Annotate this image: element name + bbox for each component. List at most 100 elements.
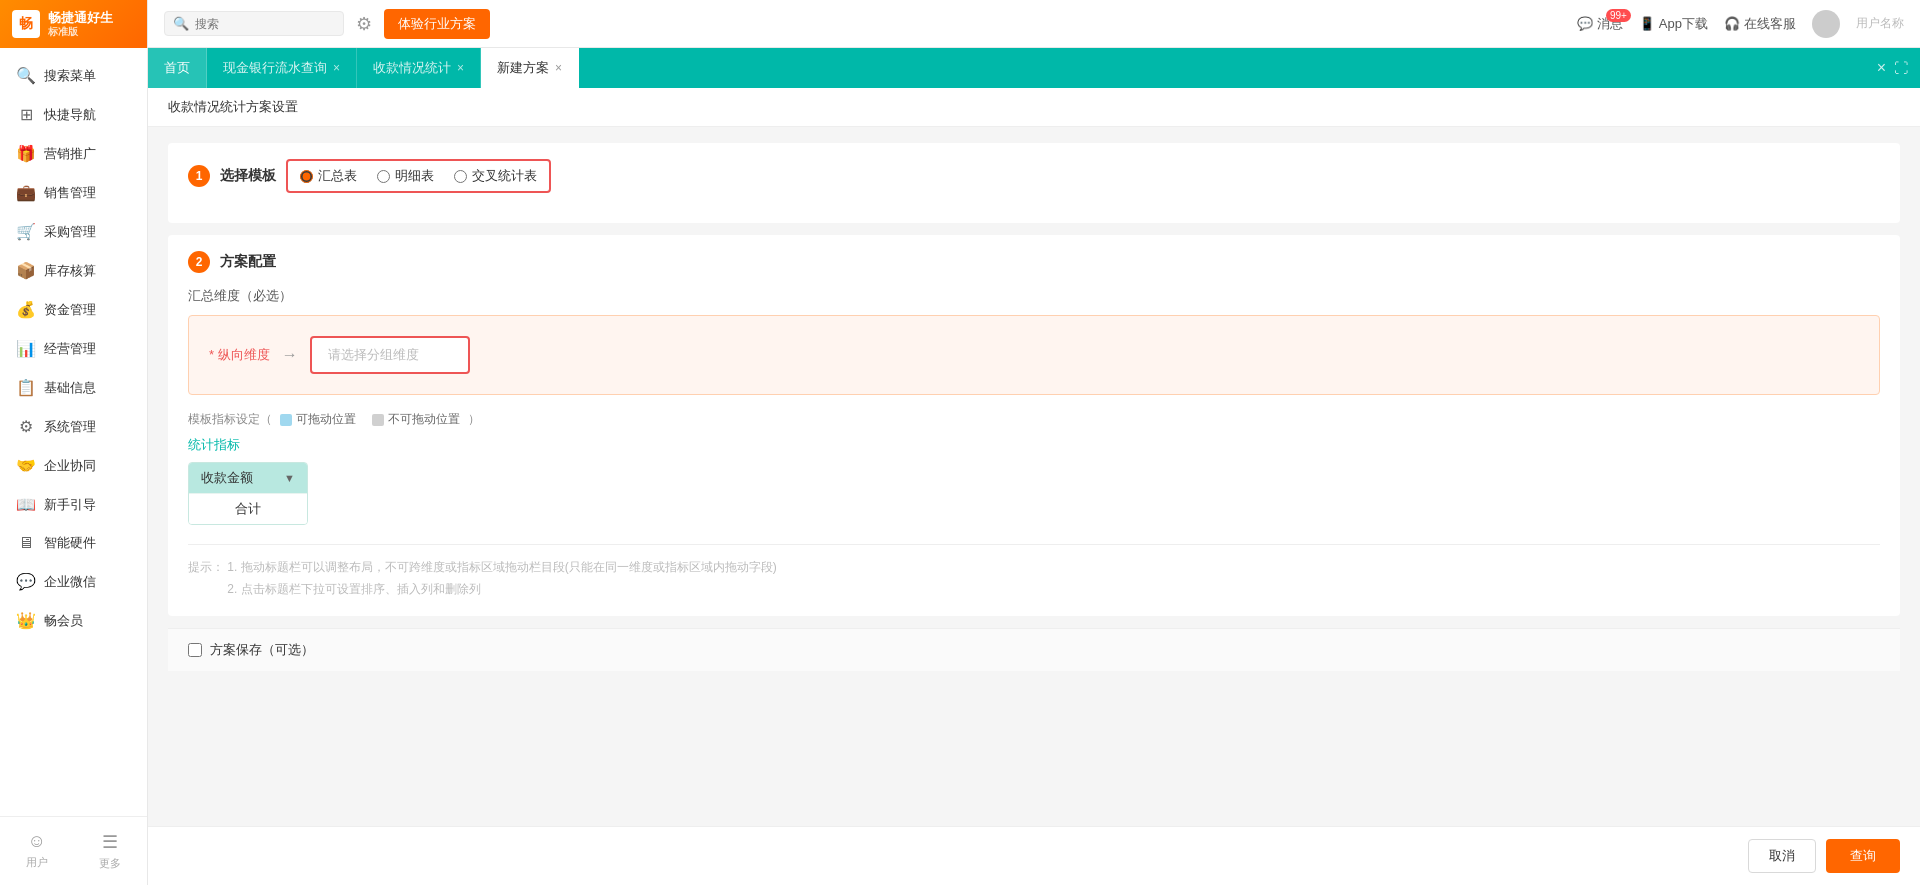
save-section: 方案保存（可选）: [168, 628, 1900, 671]
search-menu-icon: 🔍: [16, 66, 36, 85]
page-header: 收款情况统计方案设置: [148, 88, 1920, 127]
step2-badge: 2: [188, 251, 210, 273]
sidebar-item-marketing[interactable]: 🎁 营销推广: [0, 134, 147, 173]
dimension-subsection: 汇总维度（必选） * 纵向维度 → 请选择分组维度: [188, 287, 1880, 395]
save-label: 方案保存（可选）: [210, 641, 314, 659]
metrics-table: 收款金额 ▼ 合计: [188, 462, 308, 525]
sidebar-item-operations[interactable]: 📊 经营管理: [0, 329, 147, 368]
logo-icon: 畅: [12, 10, 40, 38]
tabbar-controls: × ⛶: [1865, 48, 1920, 88]
topbar-search-box[interactable]: 🔍: [164, 11, 344, 36]
page-content: 收款情况统计方案设置 1 选择模板 汇总表: [148, 88, 1920, 826]
topbar: 🔍 ⚙ 体验行业方案 💬 消息 99+ 📱 App下载 🎧 在线客服 用户名称: [148, 0, 1920, 48]
cancel-button[interactable]: 取消: [1748, 839, 1816, 873]
step1-header: 1 选择模板 汇总表 明细表: [188, 159, 1880, 193]
sidebar-item-search-menu[interactable]: 🔍 搜索菜单: [0, 56, 147, 95]
metrics-label-row: 模板指标设定（ 可拖动位置 不可拖动位置 ）: [188, 411, 1880, 428]
sidebar-item-member[interactable]: 👑 畅会员: [0, 601, 147, 640]
download-label: App下载: [1659, 15, 1708, 33]
sidebar-item-wechat[interactable]: 💬 企业微信: [0, 562, 147, 601]
service-icon: 🎧: [1724, 16, 1740, 31]
user-avatar[interactable]: [1812, 10, 1840, 38]
topbar-search-input[interactable]: [195, 17, 335, 31]
legend-fixed: 不可拖动位置: [372, 411, 460, 428]
service-label: 在线客服: [1744, 15, 1796, 33]
step1-badge: 1: [188, 165, 210, 187]
sidebar-item-finance[interactable]: 💰 资金管理: [0, 290, 147, 329]
sidebar-item-sales[interactable]: 💼 销售管理: [0, 173, 147, 212]
sidebar-item-quick-nav[interactable]: ⊞ 快捷导航: [0, 95, 147, 134]
sidebar-bottom-right[interactable]: ☰ 更多: [74, 825, 148, 877]
step1-section: 1 选择模板 汇总表 明细表: [168, 143, 1900, 223]
radio-cross-input[interactable]: [454, 170, 467, 183]
tab-collection-stats[interactable]: 收款情况统计 ×: [357, 48, 481, 88]
step2-section: 2 方案配置 汇总维度（必选） * 纵向维度 → 请选择分组维度: [168, 235, 1900, 616]
tab-home[interactable]: 首页: [148, 48, 207, 88]
radio-summary[interactable]: 汇总表: [300, 167, 357, 185]
step2-title: 方案配置: [220, 253, 276, 271]
marketing-icon: 🎁: [16, 144, 36, 163]
dimension-area: * 纵向维度 → 请选择分组维度: [188, 315, 1880, 395]
sidebar-item-system[interactable]: ⚙ 系统管理: [0, 407, 147, 446]
metrics-subsection: 模板指标设定（ 可拖动位置 不可拖动位置 ）: [188, 411, 1880, 528]
tips-section: 提示： 1. 拖动标题栏可以调整布局，不可跨维度或指标区域拖动栏目段(只能在同一…: [188, 544, 1880, 600]
radio-detail[interactable]: 明细表: [377, 167, 434, 185]
sidebar-bottom-left[interactable]: ☺ 用户: [0, 825, 74, 877]
collab-icon: 🤝: [16, 456, 36, 475]
sidebar-item-inventory[interactable]: 📦 库存核算: [0, 251, 147, 290]
tab-maximize-icon[interactable]: ⛶: [1894, 60, 1908, 76]
member-icon: 👑: [16, 611, 36, 630]
inventory-icon: 📦: [16, 261, 36, 280]
system-icon: ⚙: [16, 417, 36, 436]
sidebar-bottom: ☺ 用户 ☰ 更多: [0, 816, 147, 885]
radio-cross[interactable]: 交叉统计表: [454, 167, 537, 185]
tab-bank-flow[interactable]: 现金银行流水查询 ×: [207, 48, 357, 88]
hardware-icon: 🖥: [16, 534, 36, 552]
industry-solution-button[interactable]: 体验行业方案: [384, 9, 490, 39]
message-button[interactable]: 💬 消息 99+: [1577, 15, 1623, 33]
service-button[interactable]: 🎧 在线客服: [1724, 15, 1796, 33]
sidebar-item-hardware[interactable]: 🖥 智能硬件: [0, 524, 147, 562]
topbar-search-icon: 🔍: [173, 16, 189, 31]
main-area: 🔍 ⚙ 体验行业方案 💬 消息 99+ 📱 App下载 🎧 在线客服 用户名称: [148, 0, 1920, 885]
download-icon: 📱: [1639, 16, 1655, 31]
metrics-table-header[interactable]: 收款金额 ▼: [189, 463, 307, 493]
content-area: 1 选择模板 汇总表 明细表: [148, 127, 1920, 687]
save-checkbox[interactable]: [188, 643, 202, 657]
metrics-legend: 可拖动位置 不可拖动位置: [280, 411, 460, 428]
query-button[interactable]: 查询: [1826, 839, 1900, 873]
tab-new-plan[interactable]: 新建方案 ×: [481, 48, 579, 88]
tab-collection-stats-close[interactable]: ×: [457, 61, 464, 75]
purchase-icon: 🛒: [16, 222, 36, 241]
settings-icon[interactable]: ⚙: [356, 13, 372, 35]
sales-icon: 💼: [16, 183, 36, 202]
sidebar-item-purchase[interactable]: 🛒 采购管理: [0, 212, 147, 251]
step1-title: 选择模板: [220, 167, 276, 185]
wechat-icon: 💬: [16, 572, 36, 591]
message-badge: 99+: [1606, 9, 1631, 22]
action-bar: 取消 查询: [148, 826, 1920, 885]
basic-info-icon: 📋: [16, 378, 36, 397]
tab-close-window-icon[interactable]: ×: [1877, 59, 1886, 77]
tab-new-plan-close[interactable]: ×: [555, 61, 562, 75]
radio-summary-input[interactable]: [300, 170, 313, 183]
radio-detail-input[interactable]: [377, 170, 390, 183]
sidebar-item-collab[interactable]: 🤝 企业协同: [0, 446, 147, 485]
operations-icon: 📊: [16, 339, 36, 358]
dimension-select[interactable]: 请选择分组维度: [310, 336, 470, 374]
sidebar-item-basic-info[interactable]: 📋 基础信息: [0, 368, 147, 407]
arrow-icon: →: [282, 346, 298, 364]
sidebar-item-guide[interactable]: 📖 新手引导: [0, 485, 147, 524]
message-icon: 💬: [1577, 16, 1593, 31]
sidebar-header: 畅 畅捷通好生 标准版: [0, 0, 147, 48]
sidebar: 畅 畅捷通好生 标准版 🔍 搜索菜单 ⊞ 快捷导航 🎁 营销推广 💼 销售管理 …: [0, 0, 148, 885]
metrics-section-title-text: 模板指标设定（: [188, 411, 272, 428]
sidebar-nav: 🔍 搜索菜单 ⊞ 快捷导航 🎁 营销推广 💼 销售管理 🛒 采购管理 📦 库存核…: [0, 48, 147, 816]
guide-icon: 📖: [16, 495, 36, 514]
legend-draggable: 可拖动位置: [280, 411, 356, 428]
quick-nav-icon: ⊞: [16, 105, 36, 124]
tab-new-plan-label: 新建方案: [497, 59, 549, 77]
chevron-down-icon: ▼: [284, 472, 295, 484]
tab-bank-flow-close[interactable]: ×: [333, 61, 340, 75]
download-button[interactable]: 📱 App下载: [1639, 15, 1708, 33]
